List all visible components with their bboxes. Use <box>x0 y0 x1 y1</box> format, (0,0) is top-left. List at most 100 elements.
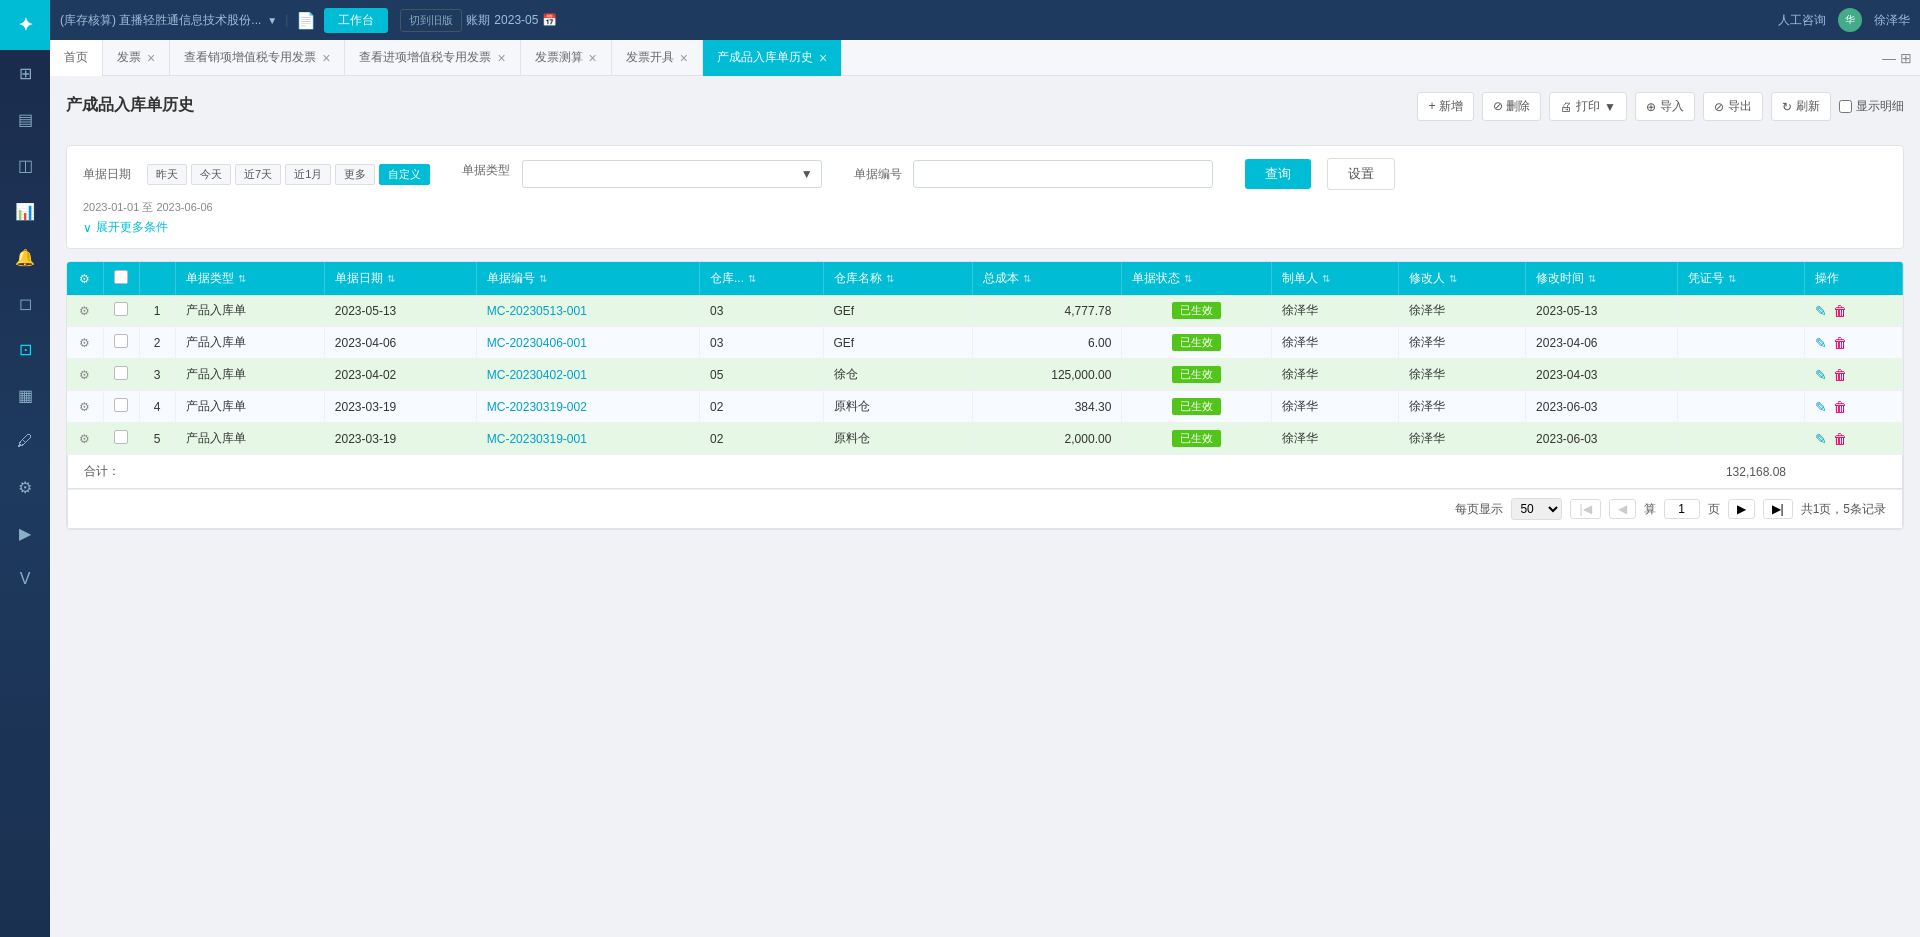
row-settings[interactable]: ⚙ <box>67 295 103 327</box>
row-checkbox[interactable] <box>114 334 128 348</box>
row-settings[interactable]: ⚙ <box>67 359 103 391</box>
edit-action-icon[interactable]: ✎ <box>1815 335 1827 351</box>
row-settings[interactable]: ⚙ <box>67 423 103 455</box>
date-btn-custom[interactable]: 自定义 <box>379 164 430 185</box>
refresh-button[interactable]: ↻ 刷新 <box>1771 92 1831 121</box>
tab-product-history[interactable]: 产成品入库单历史 × <box>703 40 842 76</box>
sidebar-item-7[interactable]: ⊡ <box>0 326 50 372</box>
show-detail-toggle[interactable]: 显示明细 <box>1839 98 1904 115</box>
delete-action-icon[interactable]: 🗑 <box>1833 399 1847 415</box>
set-button[interactable]: 设置 <box>1327 158 1395 190</box>
sort-mtime-icon[interactable]: ⇅ <box>1588 273 1596 284</box>
delete-action-icon[interactable]: 🗑 <box>1833 303 1847 319</box>
per-page-select[interactable]: 50 100 200 <box>1511 498 1562 520</box>
sort-wcode-icon[interactable]: ⇅ <box>748 273 756 284</box>
row-number[interactable]: MC-20230319-001 <box>476 423 699 455</box>
tab-issue-close[interactable]: × <box>680 51 688 65</box>
delete-action-icon[interactable]: 🗑 <box>1833 431 1847 447</box>
tab-invoice[interactable]: 发票 × <box>103 40 170 76</box>
user-service-link[interactable]: 人工咨询 <box>1778 12 1826 29</box>
edit-action-icon[interactable]: ✎ <box>1815 367 1827 383</box>
export-button[interactable]: ⊘ 导出 <box>1703 92 1763 121</box>
sidebar-item-10[interactable]: ⚙ <box>0 464 50 510</box>
sort-type-icon[interactable]: ⇅ <box>238 273 246 284</box>
company-selector[interactable]: (库存核算) 直播轻胜通信息技术股份... ▼ <box>60 12 277 29</box>
tab-purchase-invoice-close[interactable]: × <box>497 51 505 65</box>
tab-sales-invoice[interactable]: 查看销项增值税专用发票 × <box>170 40 345 76</box>
th-settings[interactable]: ⚙ <box>67 262 103 295</box>
user-name[interactable]: 徐泽华 <box>1874 12 1910 29</box>
th-status[interactable]: 单据状态⇅ <box>1122 262 1271 295</box>
row-checkbox[interactable] <box>114 398 128 412</box>
th-creator[interactable]: 制单人⇅ <box>1271 262 1398 295</box>
sidebar-item-12[interactable]: V <box>0 556 50 602</box>
row-settings[interactable]: ⚙ <box>67 391 103 423</box>
sort-voucher-icon[interactable]: ⇅ <box>1728 273 1736 284</box>
sort-date-icon[interactable]: ⇅ <box>387 273 395 284</box>
show-detail-checkbox[interactable] <box>1839 100 1852 113</box>
row-check[interactable] <box>103 327 139 359</box>
th-date[interactable]: 单据日期⇅ <box>324 262 476 295</box>
sidebar-item-2[interactable]: ▤ <box>0 96 50 142</box>
row-number-link[interactable]: MC-20230406-001 <box>487 336 587 350</box>
sort-modifier-icon[interactable]: ⇅ <box>1449 273 1457 284</box>
row-settings[interactable]: ⚙ <box>67 327 103 359</box>
row-number[interactable]: MC-20230406-001 <box>476 327 699 359</box>
th-modify-time[interactable]: 修改时间⇅ <box>1526 262 1678 295</box>
date-btn-1month[interactable]: 近1月 <box>285 164 331 185</box>
tab-minimize-icon[interactable]: — <box>1882 50 1896 66</box>
row-number-link[interactable]: MC-20230319-002 <box>487 400 587 414</box>
history-button[interactable]: 切到旧版 <box>400 9 462 32</box>
tab-invoice-close[interactable]: × <box>147 51 155 65</box>
sidebar-item-11[interactable]: ▶ <box>0 510 50 556</box>
query-button[interactable]: 查询 <box>1245 159 1311 189</box>
print-button[interactable]: 🖨 打印 ▼ <box>1549 92 1627 121</box>
sidebar-item-9[interactable]: 🖊 <box>0 418 50 464</box>
th-modifier[interactable]: 修改人⇅ <box>1398 262 1525 295</box>
new-button[interactable]: + 新增 <box>1417 92 1473 121</box>
select-all-checkbox[interactable] <box>114 270 128 284</box>
page-number-input[interactable] <box>1664 499 1700 519</box>
row-check[interactable] <box>103 359 139 391</box>
th-voucher[interactable]: 凭证号⇅ <box>1678 262 1805 295</box>
row-number-link[interactable]: MC-20230513-001 <box>487 304 587 318</box>
sidebar-item-home[interactable]: ⊞ <box>0 50 50 96</box>
sort-wname-icon[interactable]: ⇅ <box>886 273 894 284</box>
row-checkbox[interactable] <box>114 366 128 380</box>
workbench-button[interactable]: 工作台 <box>324 8 388 33</box>
edit-action-icon[interactable]: ✎ <box>1815 399 1827 415</box>
sort-creator-icon[interactable]: ⇅ <box>1322 273 1330 284</box>
delete-button[interactable]: ⊘ 删除 <box>1482 92 1541 121</box>
first-page-button[interactable]: |◀ <box>1570 499 1600 519</box>
th-type[interactable]: 单据类型⇅ <box>175 262 324 295</box>
row-number-link[interactable]: MC-20230319-001 <box>487 432 587 446</box>
date-btn-more[interactable]: 更多 <box>335 164 375 185</box>
type-select[interactable]: ▼ <box>522 160 822 188</box>
tab-home[interactable]: 首页 <box>50 40 103 76</box>
last-page-button[interactable]: ▶| <box>1763 499 1793 519</box>
tab-sales-invoice-close[interactable]: × <box>322 51 330 65</box>
expand-filter-button[interactable]: ∨ 展开更多条件 <box>83 219 1887 236</box>
sidebar-item-5[interactable]: 🔔 <box>0 234 50 280</box>
row-check[interactable] <box>103 295 139 327</box>
th-warehouse-code[interactable]: 仓库...⇅ <box>699 262 823 295</box>
number-input[interactable] <box>913 160 1213 188</box>
tab-calc[interactable]: 发票测算 × <box>521 40 612 76</box>
edit-action-icon[interactable]: ✎ <box>1815 431 1827 447</box>
tab-calc-close[interactable]: × <box>589 51 597 65</box>
sidebar-item-3[interactable]: ◫ <box>0 142 50 188</box>
edit-action-icon[interactable]: ✎ <box>1815 303 1827 319</box>
sidebar-item-8[interactable]: ▦ <box>0 372 50 418</box>
sidebar-item-6[interactable]: ◻ <box>0 280 50 326</box>
th-warehouse-name[interactable]: 仓库名称⇅ <box>823 262 972 295</box>
tab-maximize-icon[interactable]: ⊞ <box>1900 50 1912 66</box>
date-btn-yesterday[interactable]: 昨天 <box>147 164 187 185</box>
tab-issue[interactable]: 发票开具 × <box>612 40 703 76</box>
app-logo[interactable]: ✦ <box>0 0 50 50</box>
th-number[interactable]: 单据编号⇅ <box>476 262 699 295</box>
delete-action-icon[interactable]: 🗑 <box>1833 335 1847 351</box>
sort-number-icon[interactable]: ⇅ <box>539 273 547 284</box>
row-number[interactable]: MC-20230319-002 <box>476 391 699 423</box>
tab-product-history-close[interactable]: × <box>819 51 827 65</box>
row-check[interactable] <box>103 391 139 423</box>
